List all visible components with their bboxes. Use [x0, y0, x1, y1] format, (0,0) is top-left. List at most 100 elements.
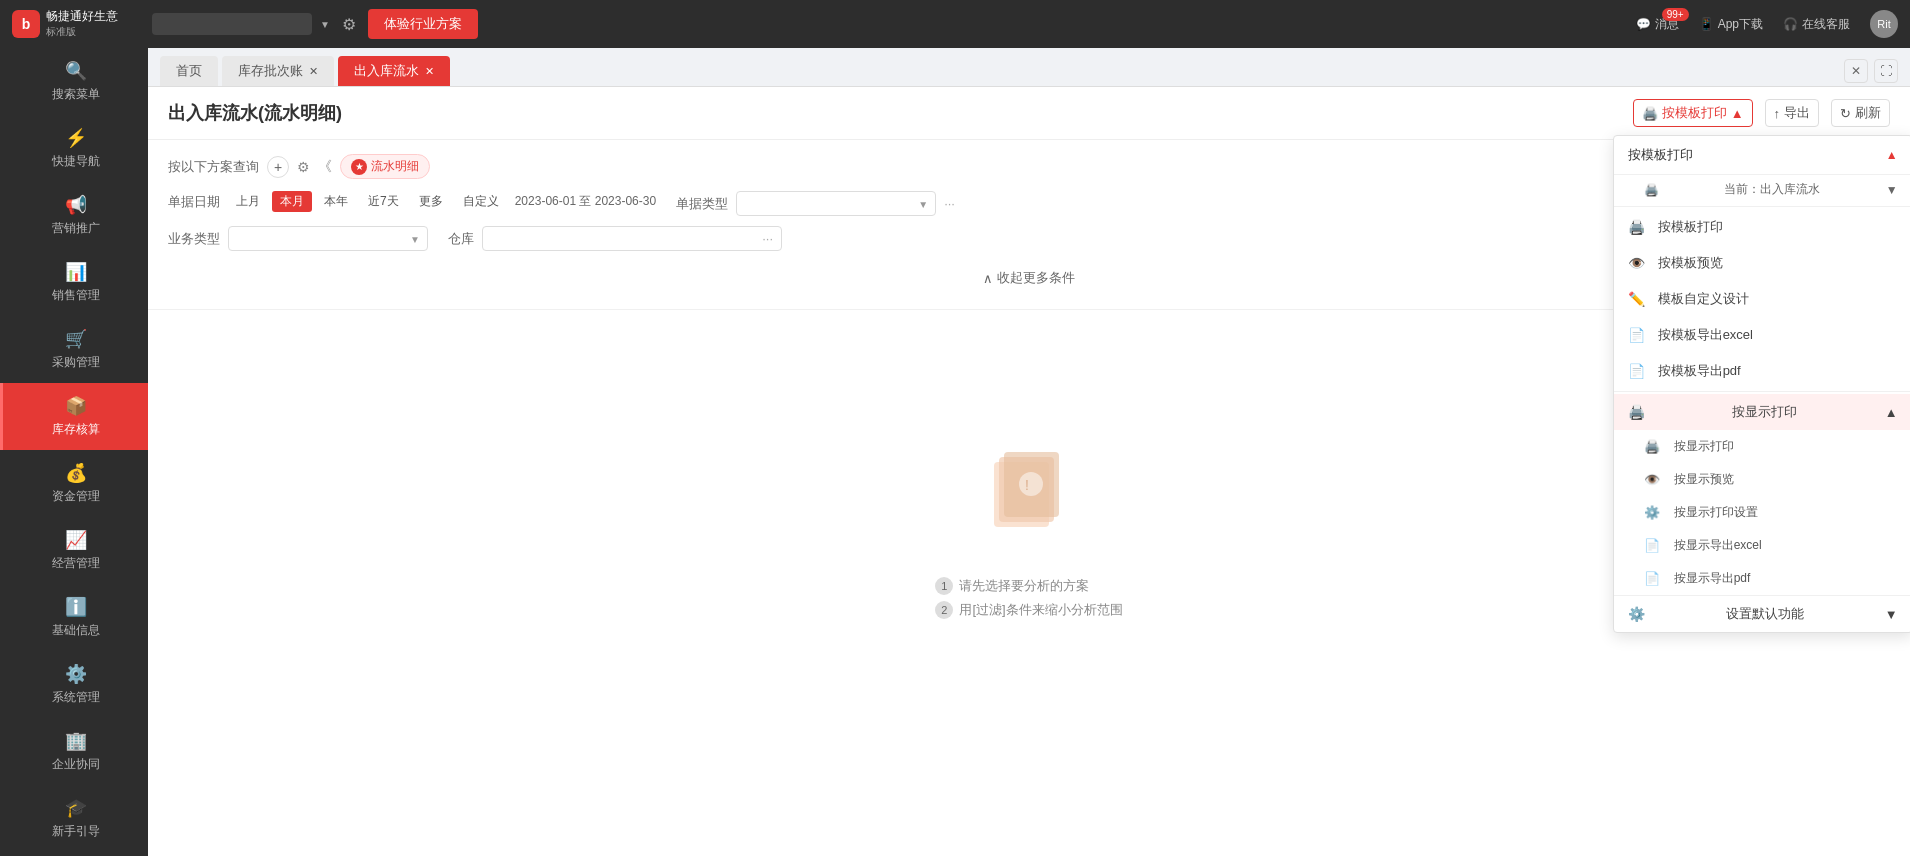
- instruction-2-text: 用[过滤]条件来缩小分析范围: [959, 601, 1122, 619]
- page-header: 出入库流水(流水明细) 🖨️ 按模板打印 ▲ 按模板打印 ▲: [148, 87, 1910, 140]
- sidebar-item-app-center[interactable]: 🔧 应用中心: [0, 852, 148, 856]
- date-filter-group: 单据日期 上月 本月 本年 近7天 更多 自定义 2023-06-01 至 20…: [168, 191, 656, 212]
- date-opt-custom[interactable]: 自定义: [455, 191, 507, 212]
- display-print-section[interactable]: 🖨️ 按显示打印 ▲: [1614, 394, 1910, 430]
- dropdown-display-print-settings[interactable]: ⚙️ 按显示打印设置: [1614, 496, 1910, 529]
- tab-in-out-flow-label: 出入库流水: [354, 62, 419, 80]
- doc-type-more-icon[interactable]: ···: [944, 196, 955, 211]
- message-item[interactable]: 💬 消息 99+: [1636, 16, 1679, 33]
- sidebar-item-inventory[interactable]: 📦 库存核算: [0, 383, 148, 450]
- template-export-excel-icon: 📄: [1628, 327, 1648, 343]
- empty-icon: !: [979, 442, 1079, 561]
- sidebar-item-marketing[interactable]: 📢 营销推广: [0, 182, 148, 249]
- app-download-label: App下载: [1718, 16, 1763, 33]
- doc-type-filter-group: 单据类型 ···: [676, 191, 955, 216]
- sidebar-item-quick-nav[interactable]: ⚡ 快捷导航: [0, 115, 148, 182]
- step-2-circle: 2: [935, 601, 953, 619]
- section-collapse-icon: ▲: [1885, 405, 1898, 420]
- tab-in-out-flow-close[interactable]: ✕: [425, 65, 434, 78]
- dropdown-display-export-excel[interactable]: 📄 按显示导出excel: [1614, 529, 1910, 562]
- display-print-section-icon: 🖨️: [1628, 404, 1645, 420]
- basic-info-icon: ℹ️: [65, 596, 87, 618]
- dropdown-current-item: 🖨️ 当前：出入库流水 ▼: [1614, 175, 1910, 204]
- doc-type-select[interactable]: [736, 191, 936, 216]
- date-range-display: 2023-06-01 至 2023-06-30: [515, 193, 656, 210]
- export-btn[interactable]: ↑ 导出: [1765, 99, 1820, 127]
- display-preview-label: 按显示预览: [1674, 471, 1734, 488]
- tab-home[interactable]: 首页: [160, 56, 218, 86]
- quick-nav-icon: ⚡: [65, 127, 87, 149]
- date-opt-last-month[interactable]: 上月: [228, 191, 268, 212]
- header-gear-button[interactable]: ⚙: [338, 11, 360, 38]
- sidebar-item-label: 搜索菜单: [52, 86, 100, 103]
- system-icon: ⚙️: [65, 663, 87, 685]
- template-custom-label: 模板自定义设计: [1658, 290, 1749, 308]
- sidebar-item-search-menu[interactable]: 🔍 搜索菜单: [0, 48, 148, 115]
- chevron-down-icon[interactable]: ▼: [320, 19, 330, 30]
- filter-collapse-button[interactable]: 《: [318, 158, 332, 176]
- refresh-btn[interactable]: ↻ 刷新: [1831, 99, 1890, 127]
- header-search-input[interactable]: [152, 13, 312, 35]
- sidebar-item-label: 新手引导: [52, 823, 100, 840]
- dropdown-template-export-pdf[interactable]: 📄 按模板导出pdf: [1614, 353, 1910, 389]
- display-print-settings-label: 按显示打印设置: [1674, 504, 1758, 521]
- online-service-item[interactable]: 🎧 在线客服: [1783, 16, 1850, 33]
- print-template-btn[interactable]: 🖨️ 按模板打印 ▲ 按模板打印 ▲ 🖨️: [1633, 99, 1753, 127]
- business-type-select-wrapper: [228, 226, 428, 251]
- dropdown-display-export-pdf[interactable]: 📄 按显示导出pdf: [1614, 562, 1910, 595]
- sidebar-item-label: 营销推广: [52, 220, 100, 237]
- tab-close-btn[interactable]: ✕: [1844, 59, 1868, 83]
- tab-in-out-flow[interactable]: 出入库流水 ✕: [338, 56, 450, 86]
- sidebar-item-operations[interactable]: 📈 经营管理: [0, 517, 148, 584]
- operations-icon: 📈: [65, 529, 87, 551]
- tab-maximize-btn[interactable]: ⛶: [1874, 59, 1898, 83]
- date-opt-this-month[interactable]: 本月: [272, 191, 312, 212]
- user-avatar-area[interactable]: Rit: [1870, 10, 1898, 38]
- current-template-label: 当前：出入库流水: [1724, 181, 1820, 198]
- dropdown-template-preview[interactable]: 👁️ 按模板预览: [1614, 245, 1910, 281]
- dropdown-template-print[interactable]: 🖨️ 按模板打印: [1614, 209, 1910, 245]
- date-options: 上月 本月 本年 近7天 更多 自定义: [228, 191, 507, 212]
- warehouse-field[interactable]: ···: [482, 226, 782, 251]
- filter-label: 按以下方案查询: [168, 158, 259, 176]
- date-opt-more[interactable]: 更多: [411, 191, 451, 212]
- sidebar-item-finance[interactable]: 💰 资金管理: [0, 450, 148, 517]
- sidebar-item-system[interactable]: ⚙️ 系统管理: [0, 651, 148, 718]
- dropdown-header: 按模板打印 ▲: [1614, 136, 1910, 175]
- sidebar-item-label: 基础信息: [52, 622, 100, 639]
- instruction-2: 2 用[过滤]条件来缩小分析范围: [935, 601, 1122, 619]
- business-type-select[interactable]: [228, 226, 428, 251]
- svg-text:!: !: [1025, 477, 1029, 493]
- filter-add-button[interactable]: +: [267, 156, 289, 178]
- warehouse-more-icon[interactable]: ···: [762, 231, 773, 246]
- dropdown-display-preview[interactable]: 👁️ 按显示预览: [1614, 463, 1910, 496]
- date-opt-7days[interactable]: 近7天: [360, 191, 407, 212]
- tab-inventory-batch-close[interactable]: ✕: [309, 65, 318, 78]
- sidebar-item-purchase[interactable]: 🛒 采购管理: [0, 316, 148, 383]
- dropdown-template-custom[interactable]: ✏️ 模板自定义设计: [1614, 281, 1910, 317]
- dropdown-template-export-excel[interactable]: 📄 按模板导出excel: [1614, 317, 1910, 353]
- filter-settings-button[interactable]: ⚙: [297, 159, 310, 175]
- refresh-icon: ↻: [1840, 106, 1851, 121]
- sidebar-item-newbie[interactable]: 🎓 新手引导: [0, 785, 148, 852]
- dropdown-footer[interactable]: ⚙️ 设置默认功能 ▼: [1614, 595, 1910, 632]
- logo-icon: b: [12, 10, 40, 38]
- doc-type-select-wrapper: [736, 191, 936, 216]
- marketing-icon: 📢: [65, 194, 87, 216]
- tab-inventory-batch[interactable]: 库存批次账 ✕: [222, 56, 334, 86]
- sidebar-item-sales[interactable]: 📊 销售管理: [0, 249, 148, 316]
- instruction-1-text: 请先选择要分析的方案: [959, 577, 1089, 595]
- logo-text: 畅捷通好生意: [46, 9, 118, 25]
- collapse-button[interactable]: ∧ 收起更多条件: [983, 269, 1075, 287]
- sidebar-item-basic-info[interactable]: ℹ️ 基础信息: [0, 584, 148, 651]
- display-export-excel-label: 按显示导出excel: [1674, 537, 1762, 554]
- default-settings-label: 设置默认功能: [1726, 605, 1804, 623]
- trial-button[interactable]: 体验行业方案: [368, 9, 478, 39]
- default-settings-icon: ⚙️: [1628, 606, 1645, 622]
- dropdown-display-print[interactable]: 🖨️ 按显示打印: [1614, 430, 1910, 463]
- app-download-item[interactable]: 📱 App下载: [1699, 16, 1763, 33]
- current-template-arrow: ▼: [1886, 183, 1898, 197]
- sidebar-item-label: 经营管理: [52, 555, 100, 572]
- date-opt-this-year[interactable]: 本年: [316, 191, 356, 212]
- sidebar-item-enterprise[interactable]: 🏢 企业协同: [0, 718, 148, 785]
